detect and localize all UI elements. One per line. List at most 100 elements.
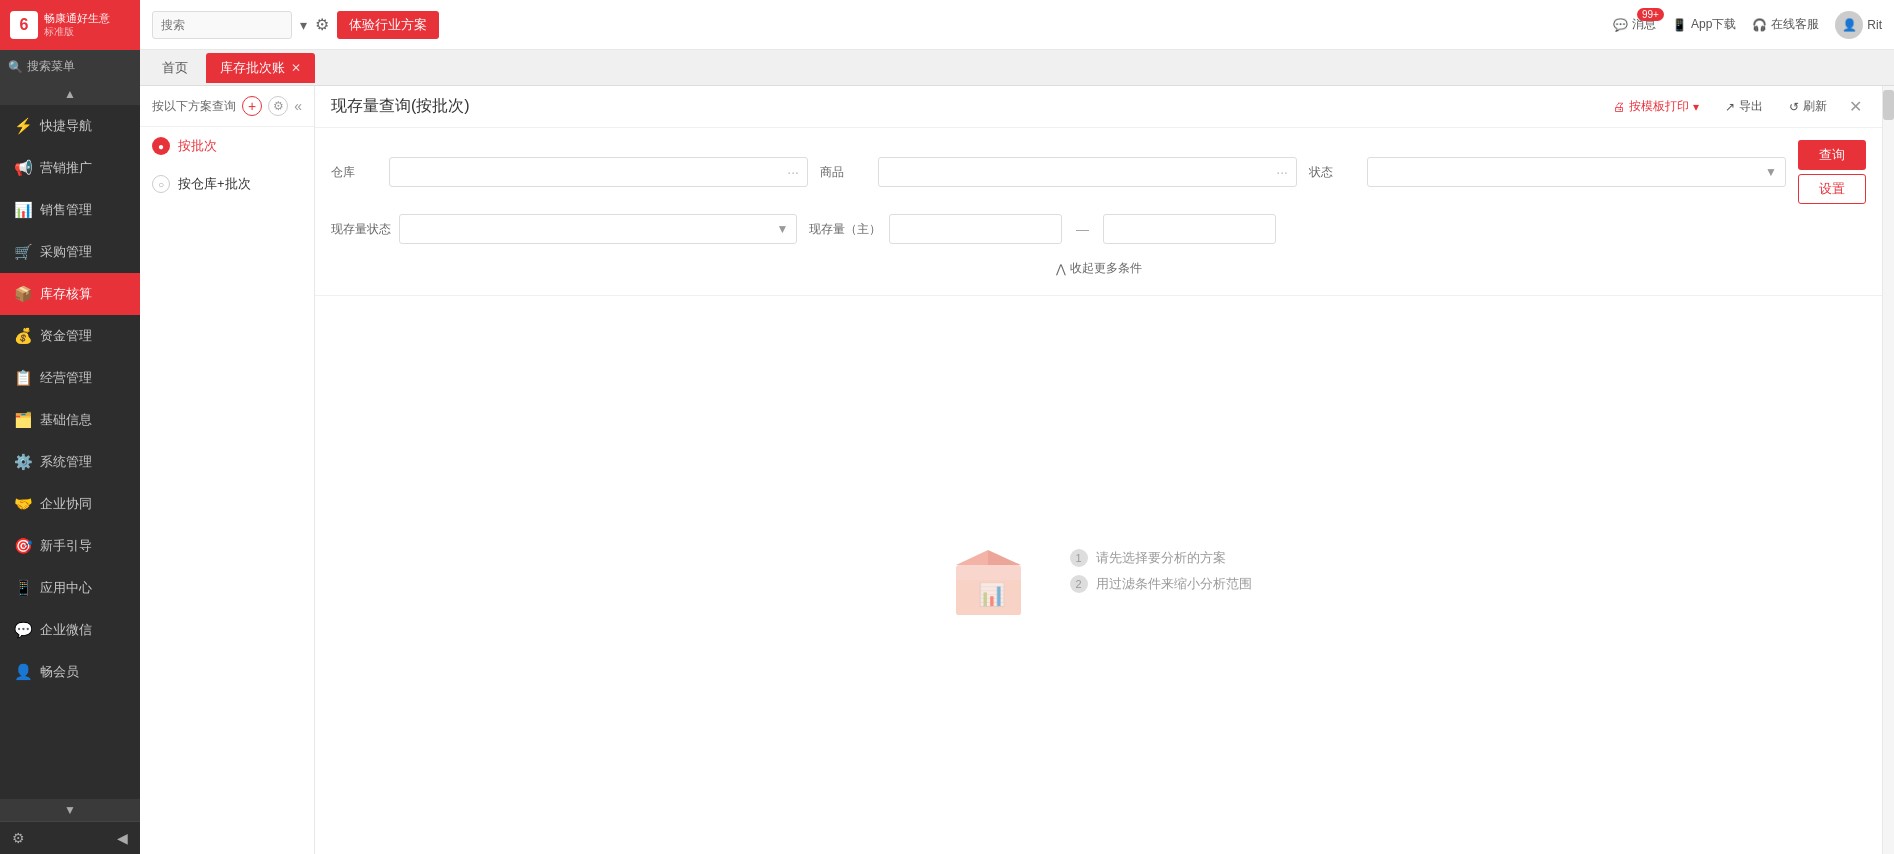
status-label: 状态 [1309,164,1359,181]
print-btn[interactable]: 🖨 按模板打印 ▾ [1605,94,1707,119]
scheme-gear-btn[interactable]: ⚙ [268,96,288,116]
sidebar-item-label: 库存核算 [40,285,92,303]
scheme-collapse-btn[interactable]: « [294,98,302,114]
settings-btn[interactable]: 设置 [1798,174,1866,204]
scheme-active-dot: ● [152,137,170,155]
member-icon: 👤 [14,663,32,681]
sidebar-search[interactable]: 🔍 搜索菜单 [0,50,140,83]
inv-qty-from-wrap[interactable] [889,214,1062,244]
product-input-wrap[interactable]: ··· [878,157,1297,187]
industry-btn[interactable]: 体验行业方案 [337,11,439,39]
sidebar-item-basic[interactable]: 🗂️ 基础信息 [0,399,140,441]
topbar-dropdown-btn[interactable]: ▾ [300,17,307,33]
sidebar-header: 6 畅康通好生意 标准版 [0,0,140,50]
sidebar-item-wechat[interactable]: 💬 企业微信 [0,609,140,651]
user-profile-btn[interactable]: 👤 Rit [1835,11,1882,39]
messages-btn[interactable]: 💬 消息 99+ [1613,16,1656,33]
inv-qty-to-input[interactable] [1112,222,1192,236]
sidebar-item-operation[interactable]: 📋 经营管理 [0,357,140,399]
filter-row-2: 现存量状态 ▼ 现存量（主） — [331,214,1866,244]
sidebar-item-finance[interactable]: 💰 资金管理 [0,315,140,357]
inv-qty-from-input[interactable] [898,222,978,236]
collapse-chevron-icon: ⋀ [1056,262,1066,276]
inv-status-select-wrap[interactable]: ▼ [399,214,797,244]
scheme-add-btn[interactable]: + [242,96,262,116]
warehouse-dots[interactable]: ··· [787,164,799,180]
scheme-item-warehouse-batch[interactable]: ○ 按仓库+批次 [140,165,314,203]
gear-icon: ⚙ [273,99,284,113]
online-service-btn[interactable]: 🎧 在线客服 [1752,16,1819,33]
product-dots[interactable]: ··· [1276,164,1288,180]
sidebar-item-label: 快捷导航 [40,117,92,135]
sidebar-item-shortcut[interactable]: ⚡ 快捷导航 [0,105,140,147]
settings-footer-icon[interactable]: ⚙ [12,830,25,846]
sidebar-item-enterprise[interactable]: 🤝 企业协同 [0,483,140,525]
sidebar-item-system[interactable]: ⚙️ 系统管理 [0,441,140,483]
export-btn-label: 导出 [1739,98,1763,115]
topbar-search-input[interactable] [152,11,292,39]
product-input[interactable] [887,165,1276,179]
right-scrollbar[interactable] [1882,86,1894,854]
collapse-more-btn[interactable]: ⋀ 收起更多条件 [331,254,1866,283]
empty-text: 1 请先选择要分析的方案 2 用过滤条件来缩小分析范围 [1070,549,1252,601]
sidebar-item-newbie[interactable]: 🎯 新手引导 [0,525,140,567]
printer-icon: 🖨 [1613,100,1625,114]
tab-close-btn[interactable]: ✕ [291,61,301,75]
tab-home[interactable]: 首页 [148,53,202,83]
page-titlebar: 现存量查询(按批次) 🖨 按模板打印 ▾ ↗ 导出 ↺ 刷新 [315,86,1882,128]
scheme-item-batch[interactable]: ● 按批次 [140,127,314,165]
sidebar-scroll-down[interactable]: ▼ [0,799,140,821]
content-area: 按以下方案查询 + ⚙ « ● 按批次 ○ 按仓库+批次 [140,86,1894,854]
print-dropdown-icon[interactable]: ▾ [1693,100,1699,114]
action-buttons: 查询 设置 [1798,140,1866,204]
sidebar-item-label: 销售管理 [40,201,92,219]
sidebar-item-label: 营销推广 [40,159,92,177]
filter-row-1: 仓库 ··· 商品 ··· 状态 [331,140,1866,204]
close-panel-btn[interactable]: ✕ [1845,97,1866,116]
sidebar-item-label: 资金管理 [40,327,92,345]
scrollbar-thumb[interactable] [1883,90,1894,120]
warehouse-input[interactable] [398,165,787,179]
sidebar-item-label: 经营管理 [40,369,92,387]
inv-qty-to-wrap[interactable] [1103,214,1276,244]
sidebar-item-member[interactable]: 👤 畅会员 [0,651,140,693]
appstore-icon: 📱 [14,579,32,597]
sales-icon: 📊 [14,201,32,219]
print-btn-label: 按模板打印 [1629,98,1689,115]
status-select-wrap[interactable]: ▼ [1367,157,1786,187]
topbar: ▾ ⚙ 体验行业方案 💬 消息 99+ 📱 App下载 🎧 在线客服 👤 Rit [140,0,1894,50]
system-icon: ⚙️ [14,453,32,471]
empty-step1: 1 请先选择要分析的方案 [1070,549,1252,567]
inv-qty-dash: — [1070,222,1095,237]
sidebar-scroll-up[interactable]: ▲ [0,83,140,105]
filter-group-product: 商品 ··· [820,157,1297,187]
sidebar-item-inventory[interactable]: 📦 库存核算 [0,273,140,315]
scheme-header-actions: + ⚙ « [242,96,302,116]
step1-num: 1 [1070,549,1088,567]
sidebar-item-sales[interactable]: 📊 销售管理 [0,189,140,231]
topbar-gear-btn[interactable]: ⚙ [315,15,329,34]
refresh-btn[interactable]: ↺ 刷新 [1781,94,1835,119]
sidebar-item-purchase[interactable]: 🛒 采购管理 [0,231,140,273]
filter-group-inv-qty: 现存量（主） — [809,214,1275,244]
main-area: ▾ ⚙ 体验行业方案 💬 消息 99+ 📱 App下载 🎧 在线客服 👤 Rit [140,0,1894,854]
sidebar-footer: ⚙ ◀ [0,821,140,854]
export-btn[interactable]: ↗ 导出 [1717,94,1771,119]
app-download-btn[interactable]: 📱 App下载 [1672,16,1736,33]
warehouse-label: 仓库 [331,164,381,181]
filter-area: 仓库 ··· 商品 ··· 状态 [315,128,1882,296]
collapse-sidebar-icon[interactable]: ◀ [117,830,128,846]
sidebar: 6 畅康通好生意 标准版 🔍 搜索菜单 ▲ ⚡ 快捷导航 📢 营销推广 📊 销售… [0,0,140,854]
warehouse-input-wrap[interactable]: ··· [389,157,808,187]
sidebar-item-appstore[interactable]: 📱 应用中心 [0,567,140,609]
marketing-icon: 📢 [14,159,32,177]
step2-num: 2 [1070,575,1088,593]
operation-icon: 📋 [14,369,32,387]
sidebar-item-marketing[interactable]: 📢 营销推广 [0,147,140,189]
logo-icon: 6 [10,11,38,39]
query-btn[interactable]: 查询 [1798,140,1866,170]
messages-badge: 99+ [1637,8,1664,21]
sidebar-item-label: 企业协同 [40,495,92,513]
scheme-title: 按以下方案查询 [152,98,236,115]
tab-inventory-batch[interactable]: 库存批次账 ✕ [206,53,315,83]
